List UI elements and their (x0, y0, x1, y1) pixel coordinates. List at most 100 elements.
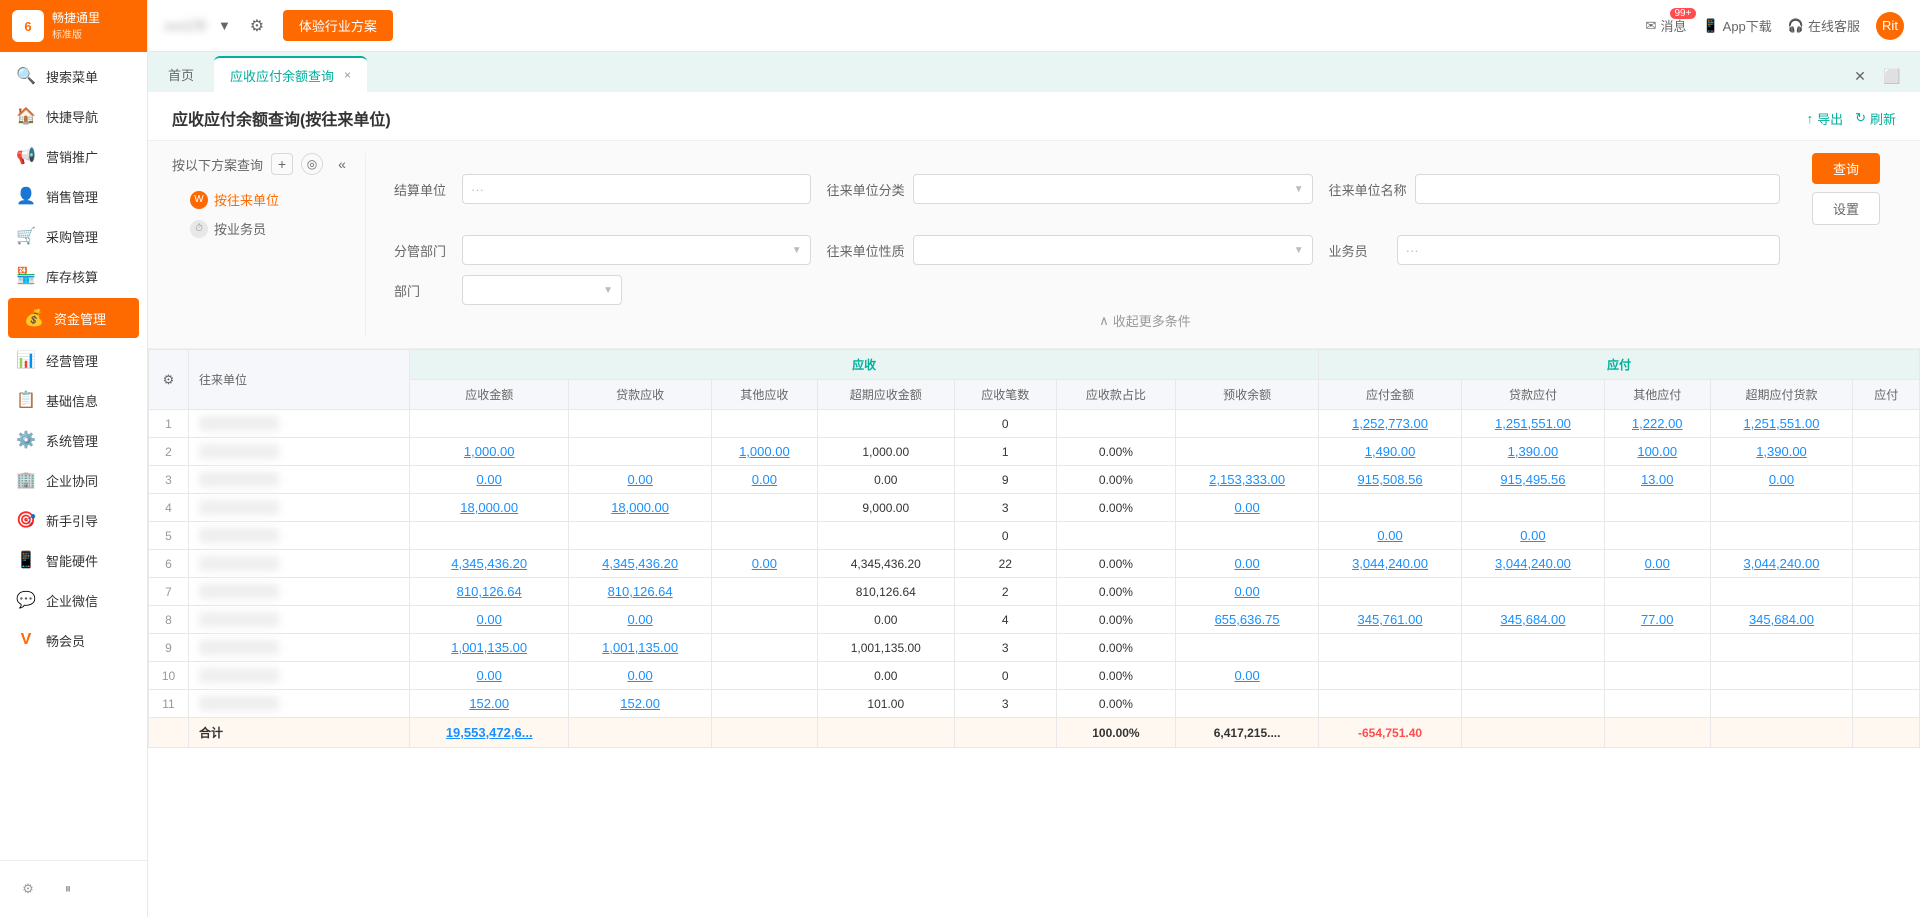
scheme-inactive-icon: ⏱ (190, 220, 208, 238)
total-pay-loan (1462, 718, 1605, 748)
input-salesman[interactable]: ··· (1397, 235, 1780, 265)
logo-badge: 标准版 (52, 26, 100, 41)
setting-btn[interactable]: 设置 (1812, 192, 1880, 225)
total-recv-count (954, 718, 1056, 748)
sidebar-item-quick-nav[interactable]: 🏠 快捷导航 (0, 96, 147, 136)
cell-recv-other: 0.00 (712, 466, 818, 494)
cell-pay-extra (1853, 466, 1920, 494)
filter-mode-btn[interactable]: ◎ (301, 153, 323, 175)
topbar-gear-btn[interactable]: ⚙ (243, 12, 271, 40)
sidebar-item-search-menu[interactable]: 🔍 搜索菜单 (0, 56, 147, 96)
tab-close-window-btn[interactable]: ✕ (1848, 64, 1872, 88)
export-btn[interactable]: ↑ 导出 (1807, 109, 1844, 128)
cell-pay-loan (1462, 578, 1605, 606)
sidebar-item-enterprise[interactable]: 🏢 企业协同 (0, 460, 147, 500)
table-settings-icon[interactable]: ⚙ (163, 372, 175, 387)
tab-controls: ✕ ⬜ (1848, 64, 1920, 92)
filter-add-btn[interactable]: + (271, 153, 293, 175)
input-section[interactable]: ▼ (462, 275, 622, 305)
cell-pay-overdue (1710, 634, 1853, 662)
tab-receivable[interactable]: 应收应付余额查询 × (214, 56, 367, 92)
filter-collapse-btn[interactable]: « (331, 153, 353, 175)
cell-pay-loan: 915,495.56 (1462, 466, 1605, 494)
cell-pay-overdue: 0.00 (1710, 466, 1853, 494)
tab-home[interactable]: 首页 (152, 56, 210, 92)
input-partner-category[interactable]: ▼ (913, 174, 1313, 204)
th-settings[interactable]: ⚙ (149, 350, 189, 410)
tab-close-icon[interactable]: × (344, 68, 351, 82)
solution-btn[interactable]: 体验行业方案 (283, 10, 393, 41)
cell-partner-name (189, 410, 410, 438)
sidebar-item-sales[interactable]: 👤 销售管理 (0, 176, 147, 216)
enterprise-icon: 🏢 (16, 470, 36, 490)
topbar-company-dropdown[interactable]: ▼ (218, 18, 231, 33)
user-avatar[interactable]: Rit (1876, 12, 1904, 40)
sidebar-item-purchase[interactable]: 🛒 采购管理 (0, 216, 147, 256)
th-receivable-group: 应收 (410, 350, 1319, 380)
cell-pay-loan: 0.00 (1462, 522, 1605, 550)
th-recv-prepay: 预收余额 (1176, 380, 1319, 410)
filter-header: 按以下方案查询 + ◎ « (172, 153, 353, 175)
sidebar-item-system[interactable]: ⚙️ 系统管理 (0, 420, 147, 460)
cell-recv-other: 0.00 (712, 550, 818, 578)
sidebar-item-finance[interactable]: 💰 资金管理 (8, 298, 139, 338)
cell-recv-count: 1 (954, 438, 1056, 466)
sidebar-item-inventory[interactable]: 🏪 库存核算 (0, 256, 147, 296)
query-btn[interactable]: 查询 (1812, 153, 1880, 184)
cell-pay-extra (1853, 578, 1920, 606)
cell-recv-loan (569, 410, 712, 438)
sidebar-item-wechat[interactable]: 💬 企业微信 (0, 580, 147, 620)
tab-maximize-btn[interactable]: ⬜ (1880, 64, 1904, 88)
message-btn[interactable]: ✉ 消息 99+ (1646, 16, 1687, 35)
cell-partner-name (189, 494, 410, 522)
cell-recv-count: 9 (954, 466, 1056, 494)
input-partner-nature[interactable]: ▼ (913, 235, 1313, 265)
cell-recv-prepay: 0.00 (1176, 662, 1319, 690)
label-dept: 分管部门 (394, 241, 454, 260)
cell-pay-loan: 3,044,240.00 (1462, 550, 1605, 578)
total-pay-overdue (1710, 718, 1853, 748)
sidebar-collapse-btn[interactable]: ⏸ (52, 873, 84, 905)
cell-recv-count: 3 (954, 634, 1056, 662)
sidebar-item-member[interactable]: V 畅会员 (0, 620, 147, 660)
cell-no: 4 (149, 494, 189, 522)
cell-pay-extra (1853, 662, 1920, 690)
cell-pay-other (1604, 662, 1710, 690)
chevron-down-icon: ▼ (218, 18, 231, 33)
collapse-more-btn[interactable]: ∧ 收起更多条件 (394, 305, 1896, 336)
cell-partner-name (189, 662, 410, 690)
scheme-item-by-salesman[interactable]: ⏱ 按业务员 (184, 216, 353, 241)
refresh-icon: ↻ (1855, 110, 1866, 126)
cell-no: 11 (149, 690, 189, 718)
app-download-btn[interactable]: 📱 App下载 (1702, 16, 1771, 35)
sidebar-label-system: 系统管理 (46, 431, 98, 450)
online-service-label: 在线客服 (1808, 16, 1860, 35)
cell-recv-ratio: 0.00% (1056, 690, 1175, 718)
cell-partner-name (189, 578, 410, 606)
logo-title: 畅捷通里 (52, 11, 100, 27)
input-salesman-placeholder: ··· (1406, 243, 1419, 258)
sidebar-settings-btn[interactable]: ⚙ (12, 873, 44, 905)
sidebar-item-operations[interactable]: 📊 经营管理 (0, 340, 147, 380)
cell-recv-count: 3 (954, 690, 1056, 718)
refresh-btn[interactable]: ↻ 刷新 (1855, 109, 1896, 128)
sidebar-item-beginner[interactable]: 🎯 新手引导 (0, 500, 147, 540)
sidebar-label-purchase: 采购管理 (46, 227, 98, 246)
input-settlement[interactable]: ··· (462, 174, 811, 204)
purchase-icon: 🛒 (16, 226, 36, 246)
input-partner-name[interactable] (1415, 174, 1780, 204)
cell-recv-overdue: 1,001,135.00 (817, 634, 954, 662)
message-icon: ✉ (1646, 18, 1657, 34)
cell-recv-other (712, 606, 818, 634)
sidebar-item-smart-hw[interactable]: 📱 智能硬件 (0, 540, 147, 580)
scheme-active-icon: W (190, 191, 208, 209)
inventory-icon: 🏪 (16, 266, 36, 286)
scheme-item-by-partner[interactable]: W 按往来单位 (184, 187, 353, 212)
cell-recv-prepay: 0.00 (1176, 578, 1319, 606)
sidebar-item-basic-info[interactable]: 📋 基础信息 (0, 380, 147, 420)
sidebar-item-marketing[interactable]: 📢 营销推广 (0, 136, 147, 176)
cell-recv-prepay: 0.00 (1176, 494, 1319, 522)
online-service-btn[interactable]: 🎧 在线客服 (1788, 16, 1860, 35)
label-section: 部门 (394, 281, 454, 300)
input-dept[interactable]: ▼ (462, 235, 811, 265)
